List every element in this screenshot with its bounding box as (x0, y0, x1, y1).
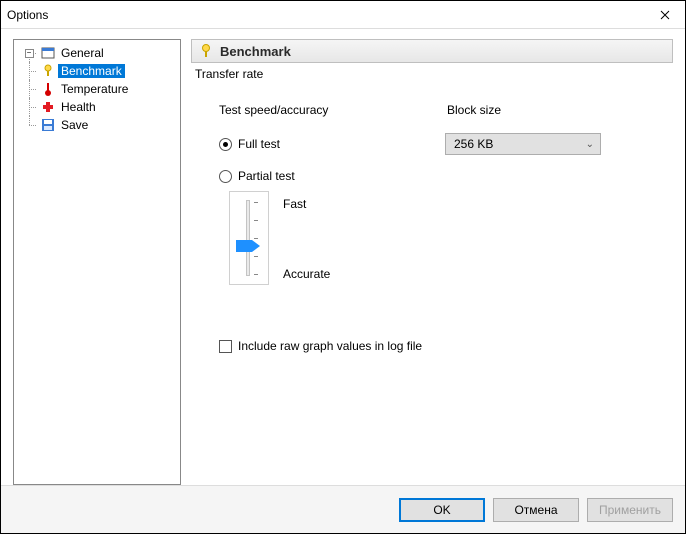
health-icon (40, 99, 56, 115)
sidebar-item-label: Save (58, 118, 91, 132)
label-fast: Fast (283, 197, 306, 211)
radio-label: Partial test (238, 169, 295, 183)
general-icon (40, 45, 56, 61)
group-transfer-rate: Transfer rate (195, 67, 263, 81)
checkbox-label: Include raw graph values in log file (238, 339, 422, 353)
body: − General Benchmark Temperature Health (1, 29, 685, 485)
select-value: 256 KB (454, 137, 493, 151)
options-dialog: Options − General Benchmark Temperature (0, 0, 686, 534)
close-icon (660, 10, 670, 20)
sidebar-item-save[interactable]: Save (14, 116, 180, 134)
apply-button[interactable]: Применить (587, 498, 673, 522)
label-accurate: Accurate (283, 267, 330, 281)
radio-partial-test[interactable]: Partial test (219, 169, 295, 183)
radio-icon (219, 170, 232, 183)
temperature-icon (40, 81, 56, 97)
sidebar-item-health[interactable]: Health (14, 98, 180, 116)
benchmark-icon (40, 63, 56, 79)
sidebar-item-temperature[interactable]: Temperature (14, 80, 180, 98)
blocksize-select[interactable]: 256 KB ⌄ (445, 133, 601, 155)
save-icon (40, 117, 56, 133)
ok-button[interactable]: OK (399, 498, 485, 522)
slider-thumb[interactable] (236, 240, 260, 252)
sidebar-tree[interactable]: − General Benchmark Temperature Health (13, 39, 181, 485)
sidebar-item-label: Temperature (58, 82, 131, 96)
sidebar-item-label: Health (58, 100, 99, 114)
slider-ticks (254, 202, 260, 274)
titlebar: Options (1, 1, 685, 29)
close-button[interactable] (645, 1, 685, 29)
sidebar-item-general[interactable]: − General (14, 44, 180, 62)
speed-accuracy-slider[interactable] (229, 191, 269, 285)
panel-title: Benchmark (220, 44, 291, 59)
sidebar-item-label: General (58, 46, 107, 60)
window-title: Options (7, 8, 48, 22)
slider-track (246, 200, 250, 276)
collapse-icon[interactable]: − (25, 49, 34, 58)
checkbox-icon (219, 340, 232, 353)
sidebar-item-benchmark[interactable]: Benchmark (14, 62, 180, 80)
label-block-size: Block size (447, 103, 501, 117)
dialog-buttons: OK Отмена Применить (1, 485, 685, 533)
cancel-button[interactable]: Отмена (493, 498, 579, 522)
panel-benchmark: Benchmark Transfer rate Test speed/accur… (191, 39, 673, 485)
chevron-down-icon: ⌄ (586, 139, 594, 150)
benchmark-icon (198, 43, 214, 59)
radio-icon (219, 138, 232, 151)
radio-full-test[interactable]: Full test (219, 137, 280, 151)
radio-label: Full test (238, 137, 280, 151)
sidebar-item-label: Benchmark (58, 64, 125, 78)
label-test-speed: Test speed/accuracy (219, 103, 328, 117)
panel-header: Benchmark (191, 39, 673, 63)
checkbox-include-raw[interactable]: Include raw graph values in log file (219, 339, 422, 353)
